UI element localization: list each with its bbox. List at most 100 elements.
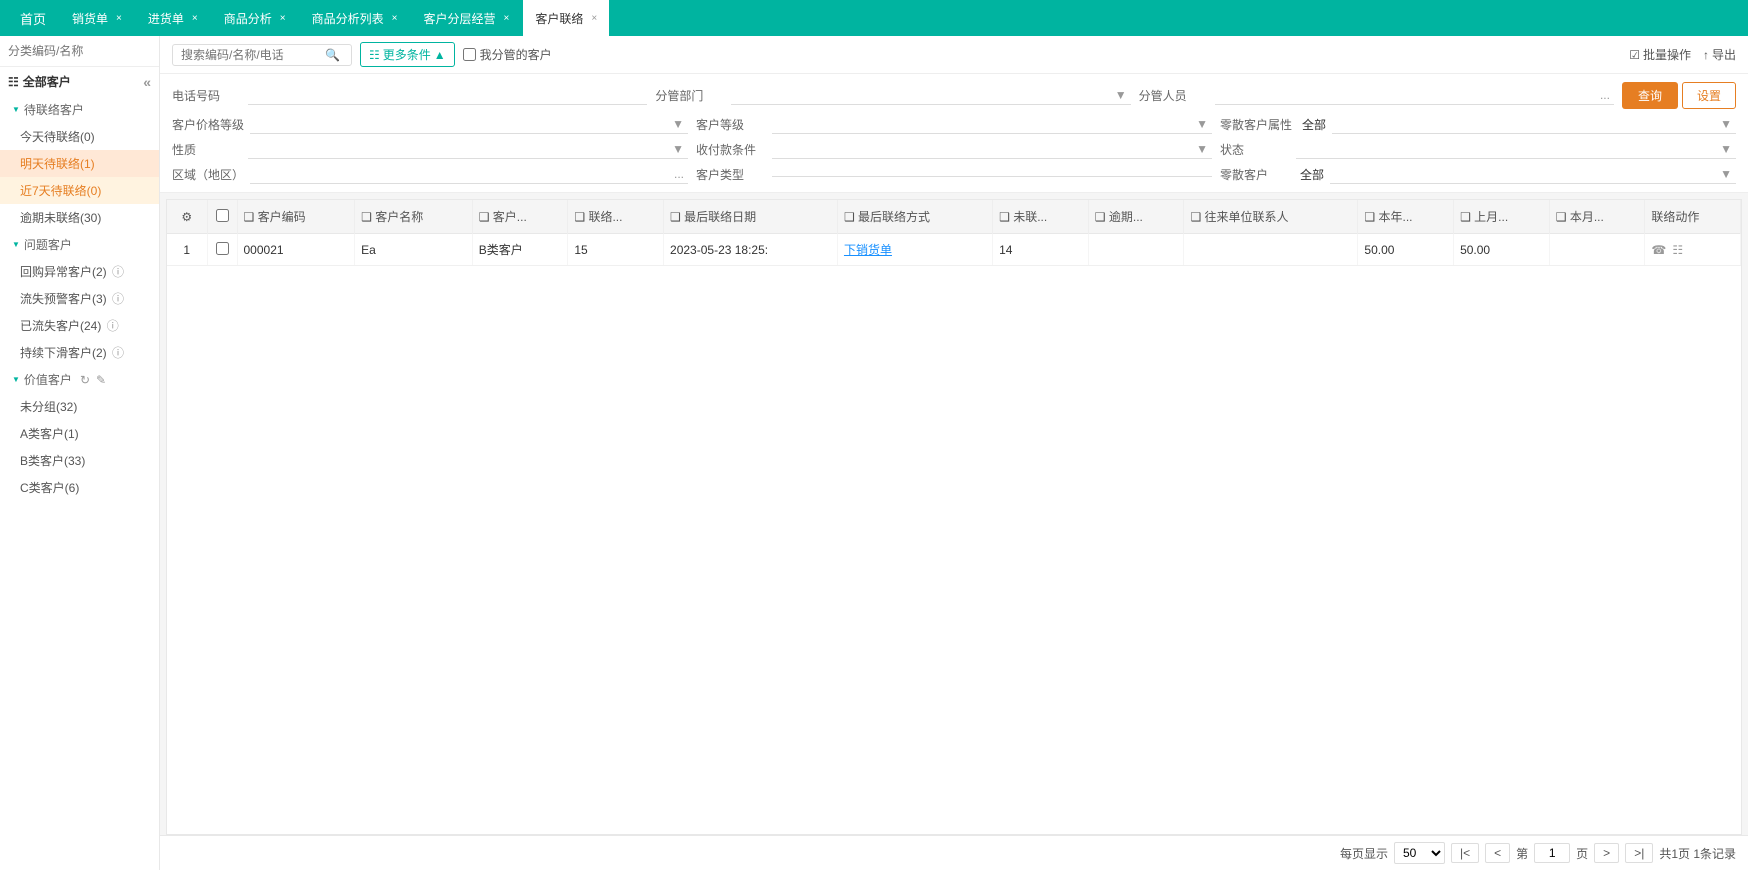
col-this-month[interactable]: ❑ 本月... bbox=[1549, 200, 1645, 234]
export-btn[interactable]: ↑ 导出 bbox=[1703, 46, 1736, 63]
sidebar-item-7days-pending[interactable]: 近7天待联络(0) bbox=[0, 177, 159, 204]
price-level-label: 客户价格等级 bbox=[172, 116, 244, 133]
edit-icon[interactable]: ✎ bbox=[96, 373, 106, 387]
refresh-icon[interactable]: ↻ bbox=[80, 373, 90, 387]
col-name[interactable]: ❑ 客户名称 bbox=[355, 200, 473, 234]
sidebar-item-today-pending[interactable]: 今天待联络(0) bbox=[0, 123, 159, 150]
price-level-select[interactable]: ▼ bbox=[250, 115, 688, 134]
col-last-method[interactable]: ❑ 最后联络方式 bbox=[837, 200, 992, 234]
phone-action-icon[interactable]: ☎ bbox=[1651, 243, 1666, 257]
retail-customer-select[interactable]: ▼ bbox=[1330, 165, 1736, 184]
last-page-btn[interactable]: >| bbox=[1625, 843, 1653, 863]
col-overdue[interactable]: ❑ 逾期... bbox=[1088, 200, 1184, 234]
retail-attr-caret: ▼ bbox=[1720, 117, 1732, 131]
current-page-input[interactable] bbox=[1534, 843, 1570, 863]
sidebar-all-customers[interactable]: ☷ 全部客户 « bbox=[0, 67, 159, 96]
col-last-date[interactable]: ❑ 最后联络日期 bbox=[664, 200, 838, 234]
sidebar-item-ungrouped[interactable]: 未分组(32) bbox=[0, 393, 159, 420]
setting-btn[interactable]: 设置 bbox=[1682, 82, 1736, 109]
col-action: 联络动作 bbox=[1645, 200, 1741, 234]
info-icon-4: ⓘ bbox=[112, 346, 124, 360]
sidebar-item-class-b[interactable]: B类客户(33) bbox=[0, 447, 159, 474]
col-uncontacted[interactable]: ❑ 未联... bbox=[993, 200, 1089, 234]
sidebar-item-churn-warning[interactable]: 流失预警客户(3) ⓘ bbox=[0, 285, 159, 312]
nav-close-customer-contact[interactable]: × bbox=[591, 13, 597, 24]
manager-select[interactable]: ... bbox=[1215, 86, 1614, 105]
grid-action-icon[interactable]: ☷ bbox=[1672, 243, 1683, 257]
my-customers-checkbox[interactable] bbox=[463, 48, 476, 61]
retail-customer-value: 全部 bbox=[1300, 166, 1324, 183]
filter-panel: 电话号码 分管部门 ▼ 分管人员 ... 查询 设置 bbox=[160, 74, 1748, 193]
col-unit-contact[interactable]: ❑ 往来单位联系人 bbox=[1184, 200, 1358, 234]
customer-level-select[interactable]: ▼ bbox=[772, 115, 1212, 134]
more-filter-btn[interactable]: ☷ 更多条件 ▲ bbox=[360, 42, 455, 67]
nav-product-analysis-list[interactable]: 商品分析列表 × bbox=[300, 0, 410, 36]
nav-home[interactable]: 首页 bbox=[8, 0, 58, 36]
dept-select[interactable]: ▼ bbox=[731, 86, 1130, 105]
status-label: 状态 bbox=[1220, 141, 1290, 158]
col-settings[interactable]: ⚙ bbox=[167, 200, 207, 234]
gender-select[interactable]: ▼ bbox=[248, 140, 688, 159]
sidebar-item-churned[interactable]: 已流失客户(24) ⓘ bbox=[0, 312, 159, 339]
filter-payment: 收付款条件 ▼ bbox=[696, 140, 1212, 159]
sidebar-pending-section[interactable]: ▼ 待联络客户 bbox=[0, 96, 159, 123]
last-method-link[interactable]: 下销货单 bbox=[844, 243, 892, 257]
phone-input[interactable] bbox=[248, 86, 647, 105]
nav-product-analysis[interactable]: 商品分析 × bbox=[212, 0, 298, 36]
nav-close-product-analysis-list[interactable]: × bbox=[392, 13, 398, 24]
nav-sales-order[interactable]: 销货单 × bbox=[60, 0, 134, 36]
nav-close-product-analysis[interactable]: × bbox=[280, 13, 286, 24]
col-code[interactable]: ❑ 客户编码 bbox=[237, 200, 355, 234]
batch-op-btn[interactable]: ☑ 批量操作 bbox=[1629, 46, 1691, 63]
main-search-input[interactable] bbox=[181, 48, 321, 62]
sidebar-item-tomorrow-pending[interactable]: 明天待联络(1) bbox=[0, 150, 159, 177]
triangle-down-icon: ▼ bbox=[12, 105, 20, 114]
col-type[interactable]: ❑ 客户... bbox=[472, 200, 568, 234]
nav-customer-contact[interactable]: 客户联络 × bbox=[523, 0, 609, 36]
checkbox-icon: ☑ bbox=[1629, 48, 1640, 62]
main-search-icon[interactable]: 🔍 bbox=[325, 48, 340, 62]
sidebar-item-declining[interactable]: 持续下滑客户(2) ⓘ bbox=[0, 339, 159, 366]
region-select[interactable]: ... bbox=[250, 165, 688, 184]
prev-page-btn[interactable]: < bbox=[1485, 843, 1510, 863]
next-page-btn[interactable]: > bbox=[1594, 843, 1619, 863]
grid-icon: ☷ bbox=[8, 75, 19, 89]
my-customers-checkbox-label[interactable]: 我分管的客户 bbox=[463, 46, 552, 63]
col-last-month[interactable]: ❑ 上月... bbox=[1454, 200, 1550, 234]
page-size-select[interactable]: 50 100 200 bbox=[1394, 842, 1445, 864]
retail-attr-select[interactable]: ▼ bbox=[1332, 115, 1736, 134]
nav-close-purchase-order[interactable]: × bbox=[192, 13, 198, 24]
row-seq: 1 bbox=[167, 234, 207, 266]
payment-select[interactable]: ▼ bbox=[772, 140, 1212, 159]
filter-gender: 性质 ▼ bbox=[172, 140, 688, 159]
status-select[interactable]: ▼ bbox=[1296, 140, 1736, 159]
customer-type-select[interactable] bbox=[772, 172, 1212, 177]
nav-close-sales-order[interactable]: × bbox=[116, 13, 122, 24]
col-contact-count[interactable]: ❑ 联络... bbox=[568, 200, 664, 234]
row-type: B类客户 bbox=[472, 234, 568, 266]
sidebar-problem-section[interactable]: ▼ 问题客户 bbox=[0, 231, 159, 258]
nav-close-customer-tiering[interactable]: × bbox=[503, 13, 509, 24]
row-last-method[interactable]: 下销货单 bbox=[837, 234, 992, 266]
sidebar-search-input[interactable] bbox=[8, 44, 160, 58]
col-current-year[interactable]: ❑ 本年... bbox=[1358, 200, 1454, 234]
select-all-checkbox[interactable] bbox=[216, 209, 229, 222]
sidebar-value-section[interactable]: ▼ 价值客户 ↻ ✎ bbox=[0, 366, 159, 393]
sidebar-collapse-btn[interactable]: « bbox=[143, 74, 151, 90]
sidebar-item-class-a[interactable]: A类客户(1) bbox=[0, 420, 159, 447]
retail-attr-label: 零散客户属性 bbox=[1220, 116, 1292, 133]
query-btn[interactable]: 查询 bbox=[1622, 82, 1678, 109]
sidebar-item-repurchase-abnormal[interactable]: 回购异常客户(2) ⓘ bbox=[0, 258, 159, 285]
dept-caret-icon: ▼ bbox=[1115, 88, 1127, 102]
nav-purchase-order[interactable]: 进货单 × bbox=[136, 0, 210, 36]
col-checkbox[interactable] bbox=[207, 200, 237, 234]
first-page-btn[interactable]: |< bbox=[1451, 843, 1479, 863]
row-checkbox-cell[interactable] bbox=[207, 234, 237, 266]
row-checkbox[interactable] bbox=[216, 242, 229, 255]
status-caret: ▼ bbox=[1720, 142, 1732, 156]
filter-row-1: 电话号码 分管部门 ▼ 分管人员 ... 查询 设置 bbox=[172, 82, 1736, 109]
sidebar-search-area: 🔍 bbox=[0, 36, 159, 67]
nav-customer-tiering[interactable]: 客户分层经营 × bbox=[411, 0, 521, 36]
sidebar-item-overdue-pending[interactable]: 逾期未联络(30) bbox=[0, 204, 159, 231]
sidebar-item-class-c[interactable]: C类客户(6) bbox=[0, 474, 159, 501]
